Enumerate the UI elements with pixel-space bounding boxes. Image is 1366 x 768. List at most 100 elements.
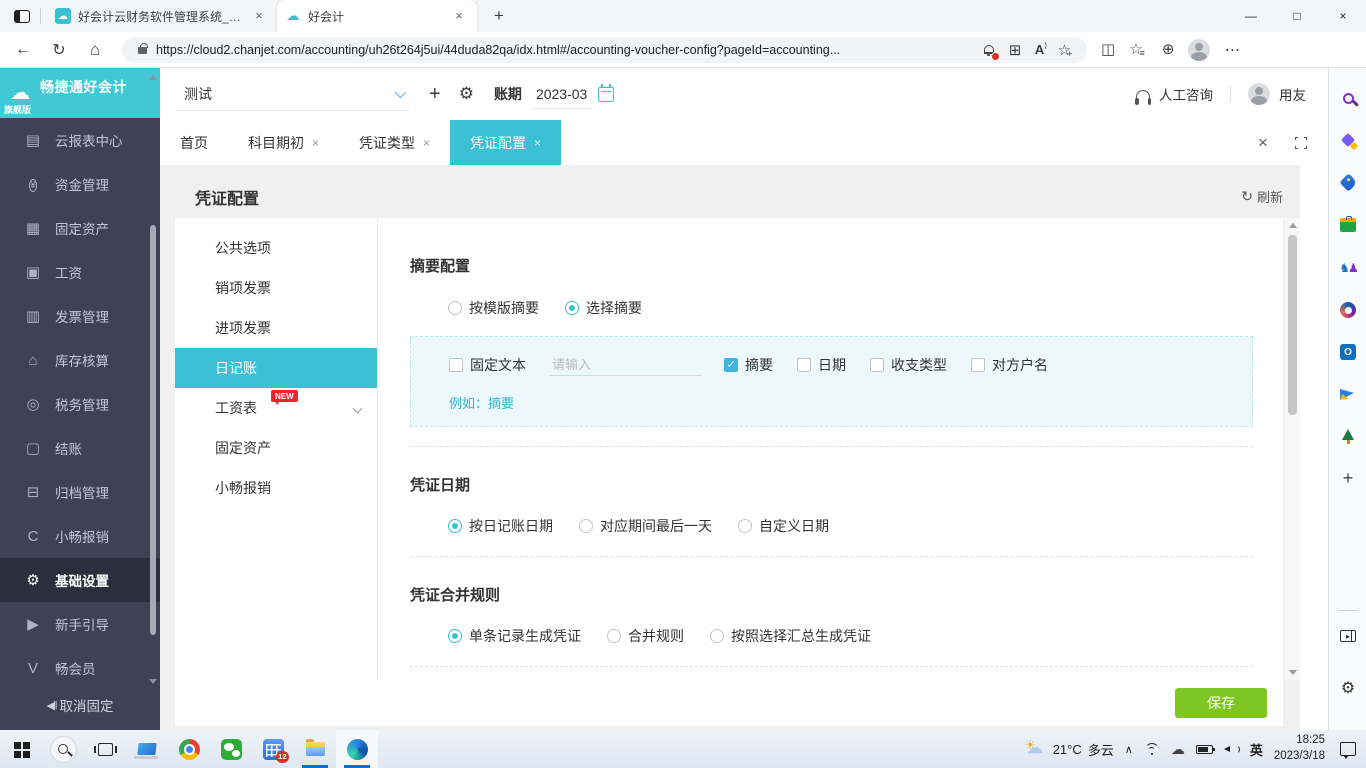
outlook-icon[interactable]: O: [1336, 340, 1360, 364]
hidden-icons-chevron[interactable]: [1125, 743, 1133, 756]
tab-actions-icon[interactable]: [14, 9, 30, 23]
user-avatar[interactable]: [1248, 83, 1270, 105]
submenu-item-expense[interactable]: 小畅报销: [175, 468, 377, 508]
browser-profile-avatar[interactable]: [1188, 38, 1211, 61]
taskbar-search-button[interactable]: [42, 730, 84, 768]
sidebar-scrollbar[interactable]: [149, 75, 158, 706]
task-view-button[interactable]: [84, 730, 126, 768]
chrome-icon[interactable]: [168, 730, 210, 768]
sidebar-item-funds[interactable]: ¥ 资金管理: [0, 162, 160, 206]
tab-close-icon[interactable]: [451, 8, 467, 24]
minimize-button[interactable]: —: [1228, 0, 1274, 32]
scrollbar-thumb[interactable]: [1288, 235, 1297, 415]
maximize-button[interactable]: □: [1274, 0, 1320, 32]
save-button[interactable]: 保存: [1175, 688, 1267, 718]
submenu-item-journal[interactable]: 日记账: [175, 348, 377, 388]
onedrive-icon[interactable]: [1171, 741, 1185, 758]
sidebar-item-membership[interactable]: V 畅会员: [0, 646, 160, 690]
checkbox-date[interactable]: [797, 358, 811, 372]
lock-icon[interactable]: [138, 43, 148, 54]
sidebar-search-icon[interactable]: [1336, 86, 1360, 110]
sidebar-item-expense[interactable]: C 小畅报销: [0, 514, 160, 558]
sidebar-item-archive[interactable]: ⊟ 归档管理: [0, 470, 160, 514]
tab-close-icon[interactable]: [534, 136, 541, 150]
input-language[interactable]: 英: [1250, 740, 1263, 759]
browser-tab-active[interactable]: 好会计: [277, 0, 477, 32]
tools-icon[interactable]: [1336, 214, 1360, 238]
sidebar-item-fixed-assets[interactable]: ▦ 固定资产: [0, 206, 160, 250]
sidebar-item-closing[interactable]: ▢ 结账: [0, 426, 160, 470]
checkbox-summary[interactable]: [724, 358, 738, 372]
fullscreen-icon[interactable]: [1286, 128, 1316, 158]
tab-account-opening[interactable]: 科目期初: [228, 120, 339, 165]
remote-desktop-icon[interactable]: [126, 730, 168, 768]
support-link[interactable]: 人工咨询: [1159, 84, 1213, 104]
submenu-item-payroll-sheet[interactable]: 工资表 NEW: [175, 388, 377, 428]
microsoft365-icon[interactable]: [1336, 298, 1360, 322]
submenu-item-fixed-assets[interactable]: 固定资产: [175, 428, 377, 468]
sidebar-settings-icon[interactable]: [1336, 676, 1360, 700]
submenu-item-purchase-invoice[interactable]: 进项发票: [175, 308, 377, 348]
browser-menu-icon[interactable]: [1224, 40, 1240, 60]
radio-merge-rule[interactable]: [607, 629, 621, 643]
checkbox-income-type[interactable]: [870, 358, 884, 372]
address-bar[interactable]: https://cloud2.chanjet.com/accounting/uh…: [122, 36, 1087, 63]
weather-widget[interactable]: 21°C 多云: [1025, 740, 1114, 759]
new-tab-button[interactable]: [487, 4, 511, 28]
close-all-tabs-icon[interactable]: [1248, 128, 1278, 158]
period-value[interactable]: 2023-03: [531, 80, 592, 109]
scroll-down-icon[interactable]: [1288, 670, 1297, 675]
volume-icon[interactable]: [1223, 743, 1240, 755]
calendar-icon[interactable]: [598, 83, 615, 102]
notification-bell-icon[interactable]: [977, 38, 1001, 62]
chevron-down-icon[interactable]: [352, 403, 363, 413]
tab-home[interactable]: 首页: [160, 120, 228, 165]
tab-close-icon[interactable]: [251, 8, 267, 24]
split-screen-icon[interactable]: [1101, 40, 1115, 59]
close-button[interactable]: ×: [1320, 0, 1366, 32]
content-scrollbar[interactable]: [1285, 218, 1300, 680]
tab-voucher-type[interactable]: 凭证类型: [339, 120, 450, 165]
drop-icon[interactable]: [1336, 382, 1360, 406]
shopping-icon[interactable]: [1336, 170, 1360, 194]
radio-journal-date[interactable]: [448, 519, 462, 533]
sidebar-item-beginner-guide[interactable]: ▶ 新手引导: [0, 602, 160, 646]
tree-icon[interactable]: [1336, 424, 1360, 448]
sidebar-item-cloud-reports[interactable]: ▤ 云报表中心: [0, 118, 160, 162]
tab-voucher-config[interactable]: 凭证配置: [450, 120, 562, 165]
add-favorite-icon[interactable]: [1055, 38, 1079, 62]
checkbox-counterparty[interactable]: [971, 358, 985, 372]
url-text[interactable]: https://cloud2.chanjet.com/accounting/uh…: [156, 43, 975, 57]
wifi-icon[interactable]: [1144, 743, 1160, 755]
workspaces-icon[interactable]: [1003, 38, 1027, 62]
battery-icon[interactable]: [1195, 744, 1216, 754]
edge-icon[interactable]: [336, 730, 378, 768]
checkbox-fixed-text[interactable]: [449, 358, 463, 372]
reload-icon[interactable]: [46, 37, 72, 63]
tab-close-icon[interactable]: [312, 136, 319, 150]
add-sidebar-item-icon[interactable]: +: [1336, 466, 1360, 490]
back-icon[interactable]: [10, 37, 36, 63]
copilot-icon[interactable]: [1336, 128, 1360, 152]
username[interactable]: 用友: [1279, 84, 1306, 104]
account-settings-icon[interactable]: [459, 84, 474, 104]
notification-center-icon[interactable]: [1340, 742, 1356, 759]
games-icon[interactable]: ♞ ♟: [1336, 256, 1360, 280]
calendar-app-icon[interactable]: 12: [252, 730, 294, 768]
submenu-item-common[interactable]: 公共选项: [175, 228, 377, 268]
add-account-button[interactable]: [429, 83, 441, 106]
scroll-up-icon[interactable]: [1288, 223, 1297, 228]
scroll-up-icon[interactable]: [149, 75, 157, 80]
sidebar-toggle-icon[interactable]: ▸: [1336, 624, 1360, 648]
sidebar-item-tax[interactable]: ◎ 税务管理: [0, 382, 160, 426]
start-button[interactable]: [0, 730, 42, 768]
radio-select-summary[interactable]: [565, 301, 579, 315]
radio-summary-by-selection[interactable]: [710, 629, 724, 643]
refresh-button[interactable]: 刷新: [1241, 187, 1283, 206]
home-icon[interactable]: [82, 37, 108, 63]
read-aloud-icon[interactable]: [1029, 38, 1053, 62]
unpin-sidebar-button[interactable]: 取消固定: [0, 688, 160, 722]
wechat-icon[interactable]: [210, 730, 252, 768]
collections-icon[interactable]: [1162, 40, 1175, 59]
radio-custom-date[interactable]: [738, 519, 752, 533]
